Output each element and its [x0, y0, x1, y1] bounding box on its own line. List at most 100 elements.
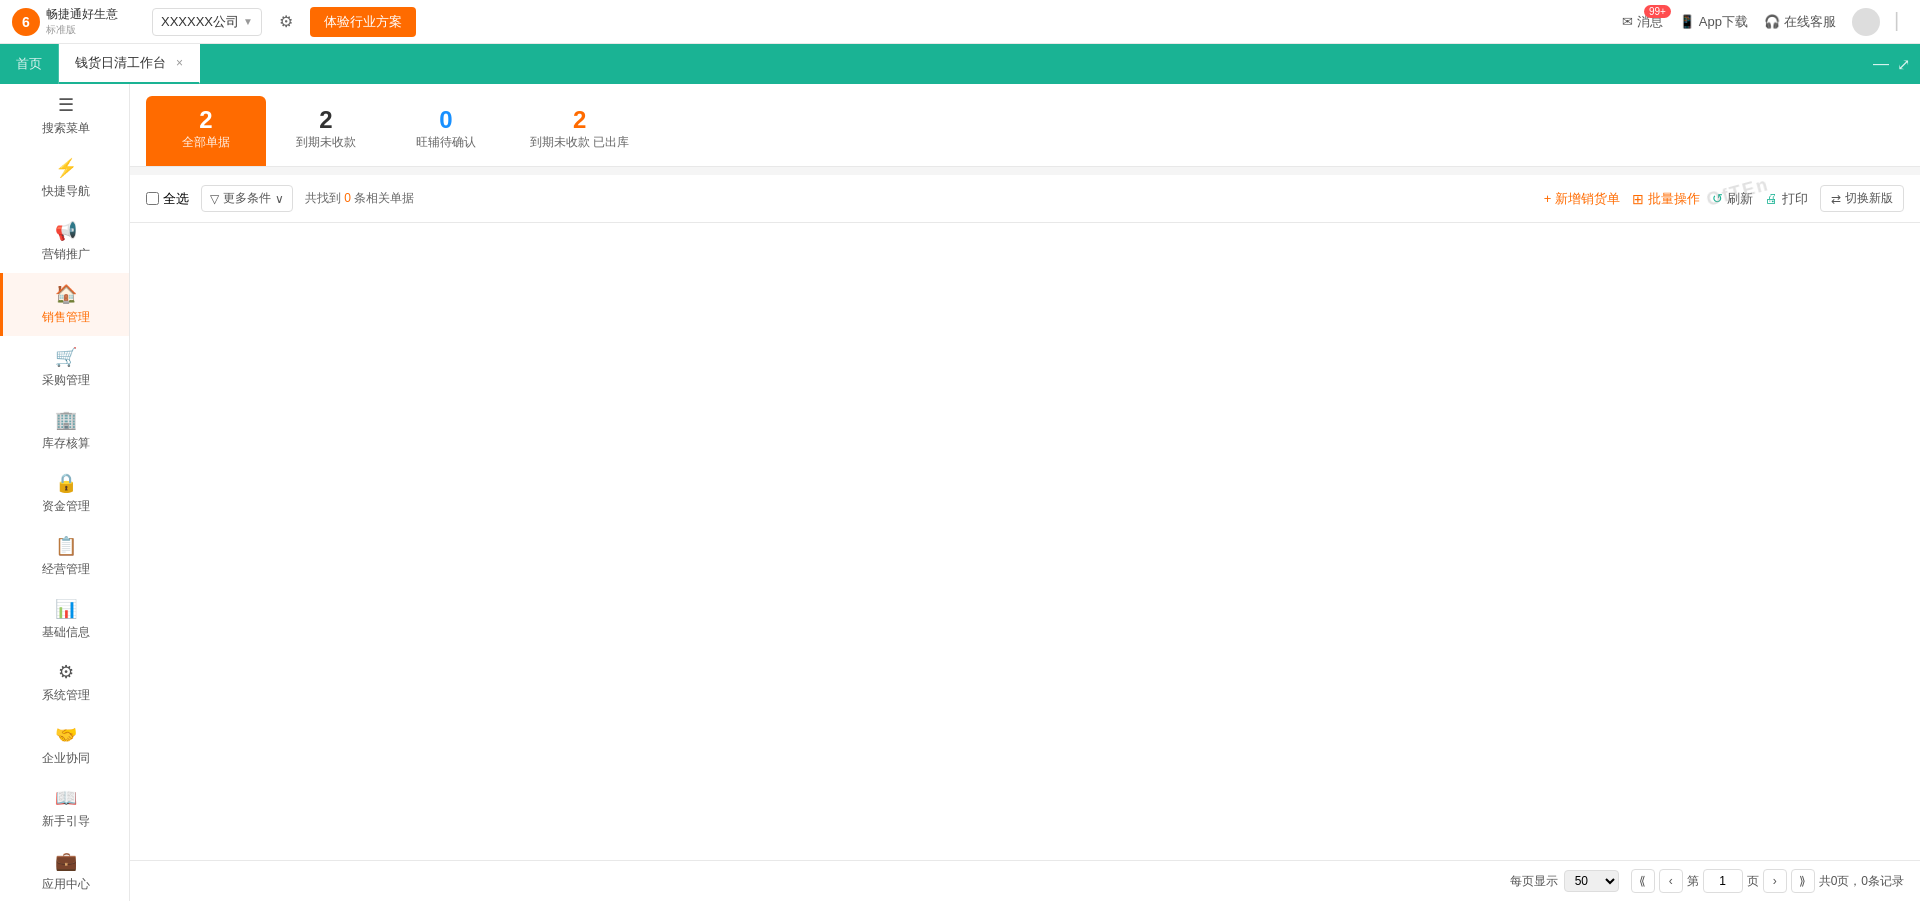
sidebar-item-guide[interactable]: 📖 新手引导 [0, 777, 129, 840]
sidebar-item-app-center[interactable]: 💼 应用中心 [0, 840, 129, 901]
qhrc-tab-label: 钱货日清工作台 [75, 54, 166, 72]
cooperation-icon: 🤝 [55, 724, 77, 746]
operations-icon: 📋 [55, 535, 77, 557]
basic-info-icon: 📊 [55, 598, 77, 620]
toolbar: 全选 ▽ 更多条件 ∨ 共找到 0 条相关单据 + 新增销货单 ⊞ [130, 175, 1920, 223]
stat-label-overdue: 到期未收款 [296, 134, 356, 151]
print-button[interactable]: 🖨 打印 [1765, 190, 1808, 208]
header-left: 6 畅捷通好生意 标准版 XXXXXX公司 ▼ ⚙ 体验行业方案 [12, 7, 416, 37]
sidebar-item-quick-nav[interactable]: ⚡ 快捷导航 [0, 147, 129, 210]
trial-button[interactable]: 体验行业方案 [310, 7, 416, 37]
quick-nav-icon: ⚡ [55, 157, 77, 179]
user-name[interactable]: ▏ [1896, 12, 1908, 31]
stat-count-overdue: 2 [319, 106, 332, 134]
finance-icon: 🔒 [55, 472, 77, 494]
print-icon: 🖨 [1765, 191, 1778, 206]
system-icon: ⚙ [58, 661, 74, 683]
sidebar: ☰ 搜索菜单 ⚡ 快捷导航 📢 营销推广 🏠 销售管理 🛒 采购管理 🏢 库存核… [0, 84, 130, 901]
logo-text: 畅捷通好生意 标准版 [46, 7, 118, 36]
message-button[interactable]: ✉ 消息 99 [1622, 13, 1663, 31]
sidebar-item-marketing[interactable]: 📢 营销推广 [0, 210, 129, 273]
select-all-checkbox[interactable]: 全选 [146, 190, 189, 208]
sidebar-item-cooperation[interactable]: 🤝 企业协同 [0, 714, 129, 777]
prev-page-button[interactable]: ‹ [1659, 869, 1683, 893]
switch-version-button[interactable]: ⇄ 切换新版 [1820, 185, 1904, 212]
pagination: ⟪ ‹ 第 页 › ⟫ 共0页，0条记录 [1631, 869, 1904, 893]
stat-tab-overdue[interactable]: 2 到期未收款 [266, 96, 386, 166]
sidebar-item-system[interactable]: ⚙ 系统管理 [0, 651, 129, 714]
sidebar-item-label: 系统管理 [42, 687, 90, 704]
stat-count-all: 2 [199, 106, 212, 134]
download-icon: 📱 [1679, 14, 1695, 29]
stat-tab-pending[interactable]: 0 旺辅待确认 [386, 96, 506, 166]
batch-icon: ⊞ [1632, 191, 1644, 207]
data-area [130, 223, 1920, 860]
stat-tab-all[interactable]: 2 全部单据 [146, 96, 266, 166]
message-badge: 99 [1644, 5, 1671, 18]
logo-area: 6 畅捷通好生意 标准版 [12, 7, 142, 36]
sidebar-item-label: 资金管理 [42, 498, 90, 515]
page-size-control: 每页显示 50 100 200 [1510, 870, 1619, 892]
stat-tab-shipped[interactable]: 2 到期未收款 已出库 [506, 96, 653, 166]
inventory-icon: 🏢 [55, 409, 77, 431]
tab-qhrc[interactable]: 钱货日清工作台 × [59, 44, 200, 84]
purchase-icon: 🛒 [55, 346, 77, 368]
sidebar-item-finance[interactable]: 🔒 资金管理 [0, 462, 129, 525]
sidebar-item-sales[interactable]: 🏠 销售管理 [0, 273, 129, 336]
last-page-button[interactable]: ⟫ [1791, 869, 1815, 893]
page-input[interactable] [1703, 869, 1743, 893]
found-text: 共找到 0 条相关单据 [305, 190, 414, 207]
stat-count-shipped: 2 [573, 106, 586, 134]
sidebar-item-label: 采购管理 [42, 372, 90, 389]
sidebar-item-basic-info[interactable]: 📊 基础信息 [0, 588, 129, 651]
sidebar-item-label: 经营管理 [42, 561, 90, 578]
filter-icon: ▽ [210, 192, 219, 206]
app-download-button[interactable]: 📱 App下载 [1679, 13, 1748, 31]
marketing-icon: 📢 [55, 220, 77, 242]
header-right: ✉ 消息 99 📱 App下载 🎧 在线客服 ▏ [1622, 8, 1908, 36]
logo-icon: 6 [12, 8, 40, 36]
sidebar-item-purchase[interactable]: 🛒 采购管理 [0, 336, 129, 399]
chevron-down-icon: ∨ [275, 192, 284, 206]
sidebar-item-label: 新手引导 [42, 813, 90, 830]
sidebar-item-operations[interactable]: 📋 经营管理 [0, 525, 129, 588]
main-layout: ☰ 搜索菜单 ⚡ 快捷导航 📢 营销推广 🏠 销售管理 🛒 采购管理 🏢 库存核… [0, 84, 1920, 901]
sidebar-item-label: 应用中心 [42, 876, 90, 893]
close-tab-icon[interactable]: × [176, 56, 183, 70]
batch-operation-button[interactable]: ⊞ 批量操作 [1632, 190, 1700, 208]
sidebar-item-label: 销售管理 [42, 309, 90, 326]
guide-icon: 📖 [55, 787, 77, 809]
filter-button[interactable]: ▽ 更多条件 ∨ [201, 185, 293, 212]
select-all-input[interactable] [146, 192, 159, 205]
stat-count-pending: 0 [439, 106, 452, 134]
sales-icon: 🏠 [55, 283, 77, 305]
company-selector[interactable]: XXXXXX公司 ▼ [152, 8, 262, 36]
sidebar-item-label: 营销推广 [42, 246, 90, 263]
sidebar-item-inventory[interactable]: 🏢 库存核算 [0, 399, 129, 462]
settings-icon[interactable]: ⚙ [272, 8, 300, 36]
stat-label-all: 全部单据 [182, 134, 230, 151]
first-page-button[interactable]: ⟪ [1631, 869, 1655, 893]
stat-label-shipped: 到期未收款 已出库 [530, 134, 629, 151]
next-page-button[interactable]: › [1763, 869, 1787, 893]
refresh-button[interactable]: ↺ 刷新 [1712, 190, 1753, 208]
tab-home[interactable]: 首页 [0, 44, 59, 84]
online-service-button[interactable]: 🎧 在线客服 [1764, 13, 1836, 31]
sidebar-item-label: 企业协同 [42, 750, 90, 767]
total-text: 共0页，0条记录 [1819, 873, 1904, 890]
chevron-down-icon: ▼ [243, 16, 253, 27]
add-sales-order-button[interactable]: + 新增销货单 [1544, 190, 1620, 208]
sidebar-item-search-menu[interactable]: ☰ 搜索菜单 [0, 84, 129, 147]
toolbar-right: + 新增销货单 ⊞ 批量操作 ↺ 刷新 🖨 打印 ⇄ 切换新版 [1544, 185, 1904, 212]
home-tab-label: 首页 [16, 55, 42, 73]
top-header: 6 畅捷通好生意 标准版 XXXXXX公司 ▼ ⚙ 体验行业方案 ✉ 消息 99… [0, 0, 1920, 44]
app-center-icon: 💼 [55, 850, 77, 872]
maximize-icon[interactable]: ⤢ [1897, 55, 1910, 74]
switch-icon: ⇄ [1831, 192, 1841, 206]
message-icon: ✉ [1622, 14, 1633, 29]
sidebar-item-label: 库存核算 [42, 435, 90, 452]
minimize-icon[interactable]: — [1873, 55, 1889, 73]
avatar[interactable] [1852, 8, 1880, 36]
service-icon: 🎧 [1764, 14, 1780, 29]
page-size-select[interactable]: 50 100 200 [1564, 870, 1619, 892]
